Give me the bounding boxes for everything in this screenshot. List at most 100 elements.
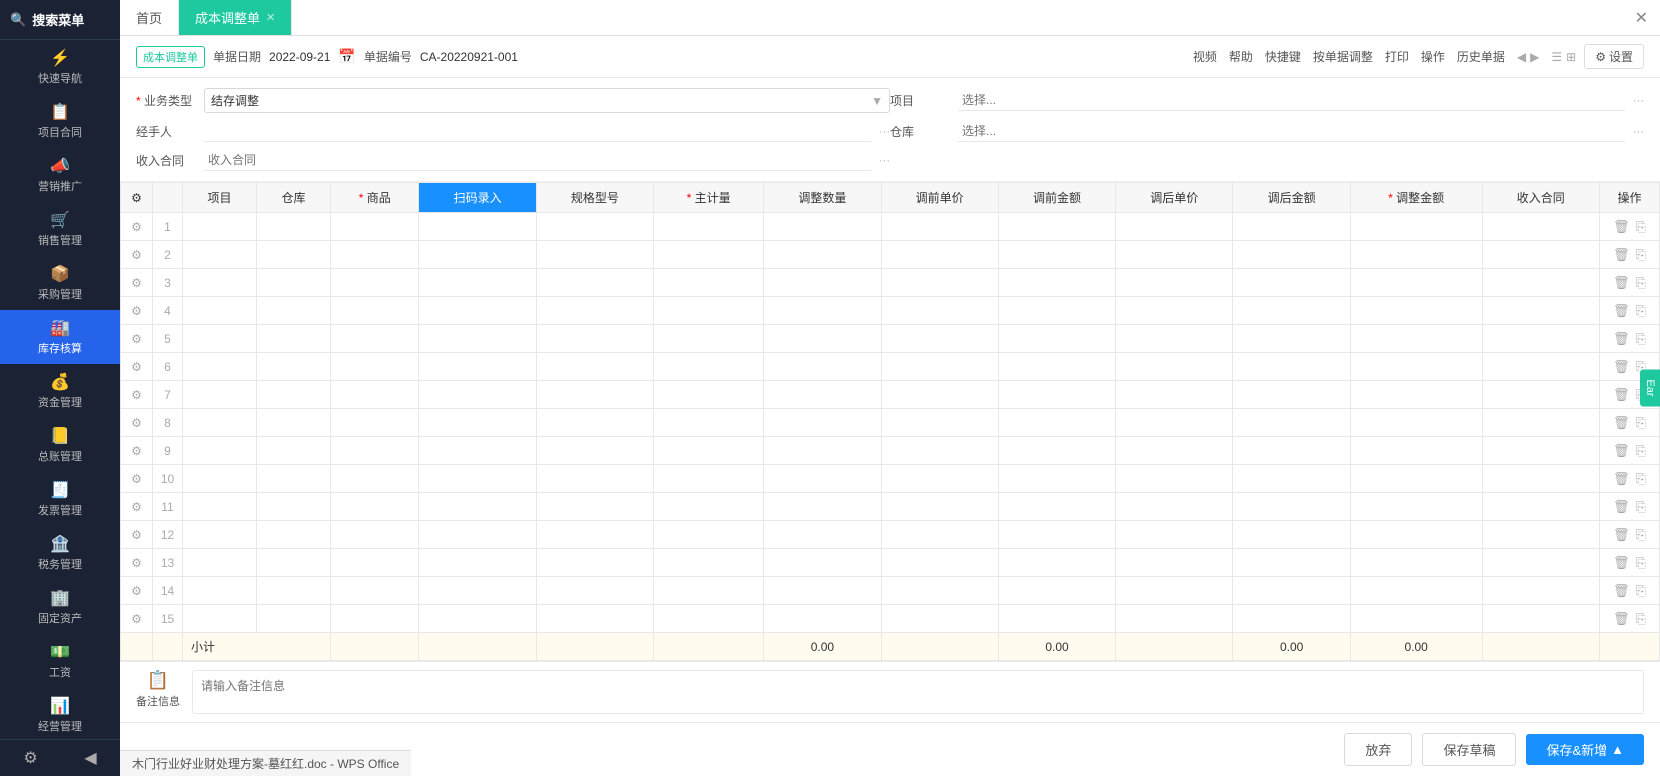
- project-dots[interactable]: ···: [1633, 95, 1644, 107]
- cell-warehouse[interactable]: [257, 381, 331, 409]
- cell-adjust-qty[interactable]: [764, 605, 881, 633]
- cell-project[interactable]: [183, 409, 257, 437]
- cell-spec[interactable]: [536, 381, 653, 409]
- cell-income-contract[interactable]: [1482, 549, 1599, 577]
- row-settings[interactable]: ⚙: [121, 353, 153, 381]
- cell-goods[interactable]: [331, 325, 419, 353]
- cell-unit[interactable]: [654, 325, 764, 353]
- cell-adjust-amount[interactable]: [1350, 493, 1482, 521]
- cell-adjust-qty[interactable]: [764, 297, 881, 325]
- row-copy-btn[interactable]: ⎘: [1636, 303, 1646, 319]
- save-new-button[interactable]: 保存&新增 ▲: [1526, 734, 1644, 765]
- row-settings[interactable]: ⚙: [121, 381, 153, 409]
- cell-scan[interactable]: [419, 521, 536, 549]
- cell-after-amount[interactable]: [1233, 241, 1350, 269]
- cell-scan[interactable]: [419, 297, 536, 325]
- cell-adjust-amount[interactable]: [1350, 549, 1482, 577]
- cell-before-amount[interactable]: [998, 353, 1115, 381]
- cell-goods[interactable]: [331, 605, 419, 633]
- project-input[interactable]: [958, 90, 1625, 111]
- list-view-icon[interactable]: ☰: [1551, 50, 1562, 64]
- row-settings[interactable]: ⚙: [121, 465, 153, 493]
- cell-before-amount[interactable]: [998, 409, 1115, 437]
- warehouse-input[interactable]: [958, 121, 1625, 142]
- cell-warehouse[interactable]: [257, 549, 331, 577]
- settings-icon[interactable]: ⚙: [23, 748, 37, 768]
- cell-after-price[interactable]: [1116, 241, 1233, 269]
- cell-before-price[interactable]: [881, 409, 998, 437]
- cell-project[interactable]: [183, 297, 257, 325]
- cell-before-amount[interactable]: [998, 437, 1115, 465]
- row-settings[interactable]: ⚙: [121, 577, 153, 605]
- sidebar-item-fixed-assets[interactable]: 🏢固定资产: [0, 580, 120, 634]
- row-delete-btn[interactable]: 🗑: [1613, 499, 1630, 515]
- cell-adjust-amount[interactable]: [1350, 213, 1482, 241]
- row-delete-btn[interactable]: 🗑: [1613, 275, 1630, 291]
- cell-after-amount[interactable]: [1233, 353, 1350, 381]
- action-history[interactable]: 历史单据: [1457, 48, 1505, 65]
- tab-close-cost-adjustment[interactable]: ✕: [266, 11, 275, 24]
- cell-scan[interactable]: [419, 325, 536, 353]
- cell-unit[interactable]: [654, 521, 764, 549]
- cell-income-contract[interactable]: [1482, 353, 1599, 381]
- agent-input[interactable]: [204, 121, 871, 142]
- row-copy-btn[interactable]: ⎘: [1636, 275, 1646, 291]
- cell-after-price[interactable]: [1116, 549, 1233, 577]
- cell-after-price[interactable]: [1116, 437, 1233, 465]
- cell-after-amount[interactable]: [1233, 605, 1350, 633]
- row-delete-btn[interactable]: 🗑: [1613, 471, 1630, 487]
- cell-after-price[interactable]: [1116, 577, 1233, 605]
- sidebar-item-invoice[interactable]: 🧾发票管理: [0, 472, 120, 526]
- row-settings[interactable]: ⚙: [121, 493, 153, 521]
- cell-project[interactable]: [183, 549, 257, 577]
- cell-spec[interactable]: [536, 549, 653, 577]
- cell-adjust-qty[interactable]: [764, 381, 881, 409]
- cell-scan[interactable]: [419, 269, 536, 297]
- row-delete-btn[interactable]: 🗑: [1613, 247, 1630, 263]
- cell-income-contract[interactable]: [1482, 297, 1599, 325]
- cell-spec[interactable]: [536, 241, 653, 269]
- cell-spec[interactable]: [536, 521, 653, 549]
- row-copy-btn[interactable]: ⎘: [1636, 471, 1646, 487]
- cell-adjust-qty[interactable]: [764, 241, 881, 269]
- cell-scan[interactable]: [419, 437, 536, 465]
- row-settings[interactable]: ⚙: [121, 241, 153, 269]
- cell-warehouse[interactable]: [257, 409, 331, 437]
- cell-adjust-qty[interactable]: [764, 325, 881, 353]
- cell-after-price[interactable]: [1116, 297, 1233, 325]
- cell-project[interactable]: [183, 241, 257, 269]
- sidebar-item-inventory[interactable]: 🏭库存核算: [0, 310, 120, 364]
- row-copy-btn[interactable]: ⎘: [1636, 499, 1646, 515]
- cell-warehouse[interactable]: [257, 269, 331, 297]
- cell-before-amount[interactable]: [998, 325, 1115, 353]
- cell-unit[interactable]: [654, 381, 764, 409]
- cell-adjust-amount[interactable]: [1350, 381, 1482, 409]
- cell-before-amount[interactable]: [998, 241, 1115, 269]
- cell-before-amount[interactable]: [998, 381, 1115, 409]
- cell-adjust-qty[interactable]: [764, 353, 881, 381]
- cell-adjust-qty[interactable]: [764, 521, 881, 549]
- income-contract-dots[interactable]: ···: [879, 155, 890, 167]
- cell-before-price[interactable]: [881, 605, 998, 633]
- action-batch-adjust[interactable]: 按单据调整: [1313, 48, 1373, 65]
- cell-scan[interactable]: [419, 241, 536, 269]
- discard-button[interactable]: 放弃: [1344, 733, 1412, 766]
- save-draft-button[interactable]: 保存草稿: [1422, 733, 1516, 766]
- cell-before-amount[interactable]: [998, 297, 1115, 325]
- sidebar-item-quick-nav[interactable]: ⚡快速导航: [0, 40, 120, 94]
- cell-after-amount[interactable]: [1233, 409, 1350, 437]
- cell-before-price[interactable]: [881, 577, 998, 605]
- row-settings[interactable]: ⚙: [121, 213, 153, 241]
- warehouse-dots[interactable]: ···: [1633, 126, 1644, 138]
- cell-goods[interactable]: [331, 297, 419, 325]
- remarks-icon-block[interactable]: 📋 备注信息: [136, 670, 180, 709]
- row-settings[interactable]: ⚙: [121, 297, 153, 325]
- row-settings[interactable]: ⚙: [121, 521, 153, 549]
- collapse-icon[interactable]: ◀: [84, 748, 96, 768]
- cell-before-price[interactable]: [881, 493, 998, 521]
- cell-after-amount[interactable]: [1233, 521, 1350, 549]
- cell-spec[interactable]: [536, 269, 653, 297]
- cell-warehouse[interactable]: [257, 521, 331, 549]
- cell-warehouse[interactable]: [257, 241, 331, 269]
- cell-unit[interactable]: [654, 213, 764, 241]
